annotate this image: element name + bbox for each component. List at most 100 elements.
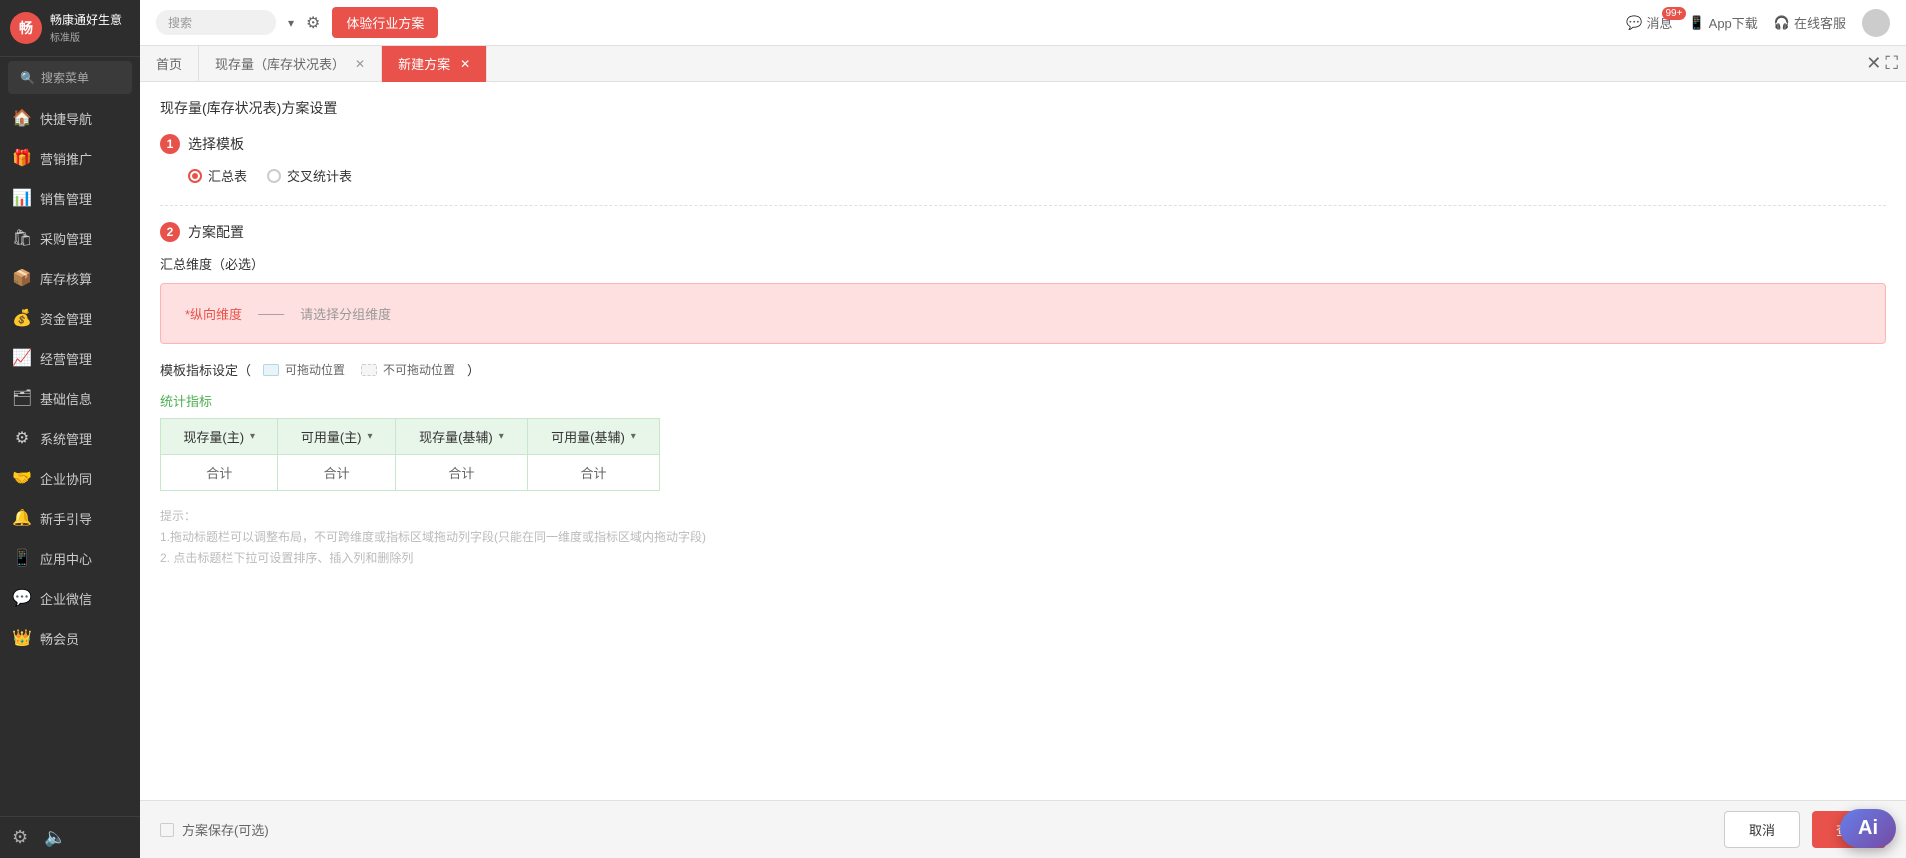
- sidebar-item-marketing[interactable]: 🎁 营销推广: [0, 138, 140, 178]
- sidebar-item-label: 畅会员: [40, 629, 79, 648]
- stats-title: 统计指标: [160, 391, 1886, 410]
- box-icon: 📦: [12, 268, 32, 288]
- tip-2-text: 2. 点击标题栏下拉可设置排序、插入列和删除列: [160, 551, 413, 565]
- th-available-aux-dropdown[interactable]: ▾: [631, 431, 636, 442]
- indicator-legend: 可拖动位置 不可拖动位置: [263, 361, 455, 378]
- dimension-row: *纵向维度 —— 请选择分组维度: [185, 304, 1861, 323]
- sidebar-item-label: 经营管理: [40, 349, 92, 368]
- dimension-dash: ——: [258, 306, 284, 321]
- tab-inventory-label: 现存量（库存状况表）: [215, 54, 345, 73]
- section2-title: 方案配置: [188, 222, 244, 242]
- radio-summary-circle[interactable]: [188, 169, 202, 183]
- sidebar-item-sales[interactable]: 📊 销售管理: [0, 178, 140, 218]
- radio-summary[interactable]: 汇总表: [188, 166, 247, 185]
- th-current-main-dropdown[interactable]: ▾: [250, 431, 255, 442]
- message-badge: 99+: [1662, 7, 1687, 20]
- th-available-main: 可用量(主) ▾: [278, 419, 395, 455]
- radio-cross-label: 交叉统计表: [287, 166, 352, 185]
- logo-icon: 畅: [10, 12, 42, 44]
- table-row: 合计 合计 合计 合计: [161, 455, 660, 491]
- sidebar-item-label: 企业协同: [40, 469, 92, 488]
- tips-title: 提示：: [160, 507, 1886, 524]
- template-options: 汇总表 交叉统计表: [188, 166, 1886, 185]
- topbar-right: 💬 消息 99+ 📱 App下载 🎧 在线客服: [1626, 9, 1890, 37]
- user-avatar[interactable]: [1862, 9, 1890, 37]
- td-current-aux-sum: 合计: [395, 455, 527, 491]
- sound-icon[interactable]: 🔈: [44, 827, 66, 848]
- sidebar-item-member[interactable]: 👑 畅会员: [0, 618, 140, 658]
- handshake-icon: 🤝: [12, 468, 32, 488]
- th-available-aux-label: 可用量(基辅): [551, 427, 625, 446]
- sidebar-item-label: 快捷导航: [40, 109, 92, 128]
- tab-new-scheme-close[interactable]: ✕: [460, 57, 470, 71]
- mobile-icon: 📱: [12, 548, 32, 568]
- indicator-config-prefix: 模板指标设定（: [160, 360, 251, 379]
- legend-fixed: 不可拖动位置: [361, 361, 455, 378]
- chart-icon: 📊: [12, 188, 32, 208]
- main-content: 现存量(库存状况表)方案设置 1 选择模板 汇总表 交叉统计表: [140, 82, 1906, 800]
- topbar-gear-icon[interactable]: ⚙: [306, 13, 320, 33]
- headset-icon: 🎧: [1774, 15, 1790, 31]
- sidebar-item-label: 采购管理: [40, 229, 92, 248]
- sidebar-item-purchase[interactable]: 🛍 采购管理: [0, 218, 140, 258]
- save-checkbox[interactable]: [160, 823, 174, 837]
- chat-icon: 💬: [12, 588, 32, 608]
- trial-button[interactable]: 体验行业方案: [332, 7, 438, 38]
- topbar-search-box[interactable]: 搜索: [156, 10, 276, 35]
- sidebar-item-label: 营销推广: [40, 149, 92, 168]
- topbar-dropdown-icon[interactable]: ▾: [288, 16, 294, 30]
- tab-close-all-icon[interactable]: ✕: [1866, 53, 1881, 74]
- sidebar-item-finance[interactable]: 💰 资金管理: [0, 298, 140, 338]
- radio-cross[interactable]: 交叉统计表: [267, 166, 352, 185]
- tab-new-scheme[interactable]: 新建方案 ✕: [382, 46, 487, 82]
- sidebar-item-inventory[interactable]: 📦 库存核算: [0, 258, 140, 298]
- radio-cross-circle[interactable]: [267, 169, 281, 183]
- th-available-main-label: 可用量(主): [301, 427, 362, 446]
- sidebar-search[interactable]: 🔍 搜索菜单: [8, 61, 132, 94]
- sidebar-search-label: 搜索菜单: [41, 69, 89, 86]
- th-current-aux: 现存量(基辅) ▾: [395, 419, 527, 455]
- money-icon: 💰: [12, 308, 32, 328]
- sidebar-item-operations[interactable]: 📈 经营管理: [0, 338, 140, 378]
- save-option-label: 方案保存(可选): [182, 820, 269, 839]
- sidebar-item-label: 企业微信: [40, 589, 92, 608]
- sidebar-nav: 🔍 搜索菜单 🏠 快捷导航 🎁 营销推广 📊 销售管理 🛍 采购管理 📦 库存核…: [0, 57, 140, 816]
- tabs-bar: 首页 现存量（库存状况表） ✕ 新建方案 ✕ ✕ ⛶: [140, 46, 1906, 82]
- ai-button[interactable]: Ai: [1840, 809, 1896, 848]
- th-current-aux-dropdown[interactable]: ▾: [499, 431, 504, 442]
- tip-1: 1.拖动标题栏可以调整布局，不可跨维度或指标区域拖动列字段(只能在同一维度或指标…: [160, 528, 1886, 545]
- tip-2: 2. 点击标题栏下拉可设置排序、插入列和删除列: [160, 549, 1886, 566]
- app-download-label: App下载: [1709, 13, 1758, 32]
- td-available-aux-sum: 合计: [527, 455, 659, 491]
- sidebar-item-base-info[interactable]: 🗂 基础信息: [0, 378, 140, 418]
- tab-home[interactable]: 首页: [140, 46, 199, 82]
- settings-bottom-icon[interactable]: ⚙: [12, 827, 28, 848]
- sidebar-item-enterprise[interactable]: 🤝 企业协同: [0, 458, 140, 498]
- trend-icon: 📈: [12, 348, 32, 368]
- app-download-button[interactable]: 📱 App下载: [1688, 13, 1757, 32]
- td-available-main-sum: 合计: [278, 455, 395, 491]
- sidebar-item-app-center[interactable]: 📱 应用中心: [0, 538, 140, 578]
- message-button[interactable]: 💬 消息 99+: [1626, 13, 1672, 32]
- message-icon: 💬: [1626, 15, 1642, 31]
- tab-inventory-status[interactable]: 现存量（库存状况表） ✕: [199, 46, 382, 82]
- dimension-box: *纵向维度 —— 请选择分组维度: [160, 283, 1886, 344]
- folder-icon: 🗂: [12, 388, 32, 408]
- tab-home-label: 首页: [156, 54, 182, 73]
- tab-inventory-close[interactable]: ✕: [355, 57, 365, 71]
- tips-section: 提示： 1.拖动标题栏可以调整布局，不可跨维度或指标区域拖动列字段(只能在同一维…: [160, 507, 1886, 566]
- cancel-button[interactable]: 取消: [1724, 811, 1800, 848]
- page-title: 现存量(库存状况表)方案设置: [160, 98, 1886, 118]
- service-label: 在线客服: [1794, 13, 1846, 32]
- tab-expand-icon[interactable]: ⛶: [1885, 53, 1898, 74]
- bottom-bar: 方案保存(可选) 取消 查询: [140, 800, 1906, 858]
- sidebar-item-enterprise-wechat[interactable]: 💬 企业微信: [0, 578, 140, 618]
- sidebar-item-system[interactable]: ⚙ 系统管理: [0, 418, 140, 458]
- bell-icon: 🔔: [12, 508, 32, 528]
- service-button[interactable]: 🎧 在线客服: [1774, 13, 1846, 32]
- sidebar-item-new-guide[interactable]: 🔔 新手引导: [0, 498, 140, 538]
- dimension-placeholder[interactable]: 请选择分组维度: [300, 304, 391, 323]
- sidebar-item-quick-nav[interactable]: 🏠 快捷导航: [0, 98, 140, 138]
- th-available-main-dropdown[interactable]: ▾: [368, 431, 373, 442]
- tab-new-scheme-label: 新建方案: [398, 54, 450, 73]
